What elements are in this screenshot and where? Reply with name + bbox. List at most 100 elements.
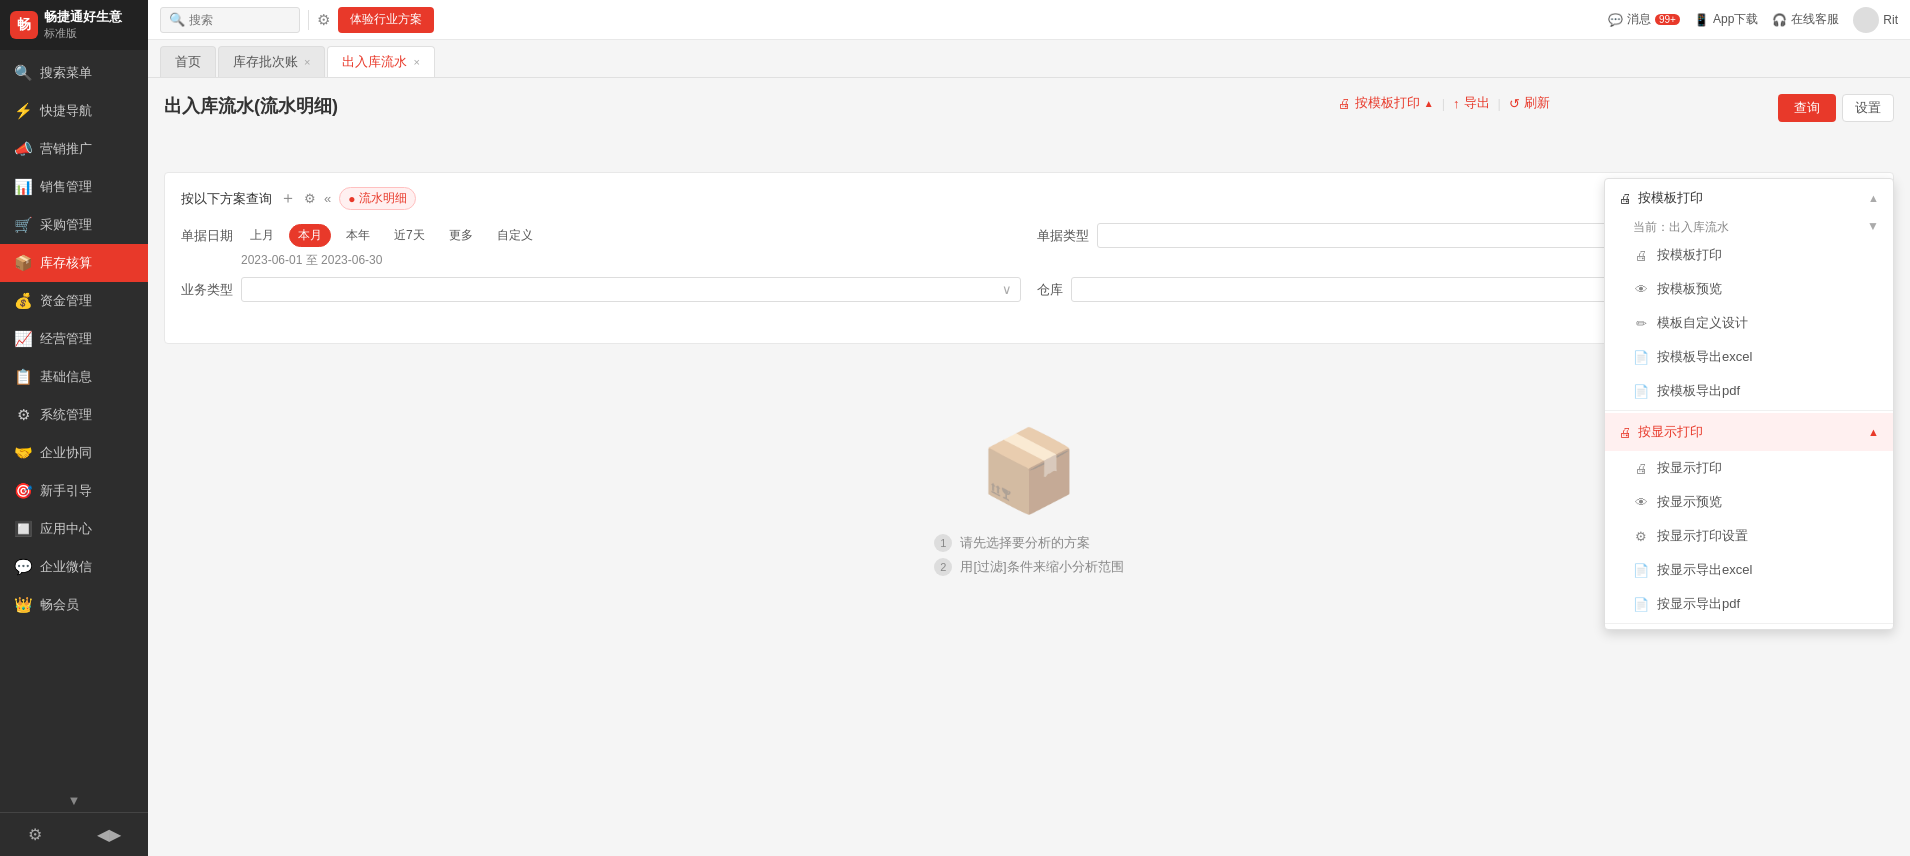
sidebar-label-system: 系统管理 [40, 406, 92, 424]
step2-num: 2 [934, 558, 952, 576]
toolbar-divider2: | [1498, 96, 1501, 111]
sidebar-item-guide[interactable]: 🎯新手引导 [0, 472, 148, 510]
export-btn[interactable]: ↑ 导出 [1453, 94, 1490, 112]
empty-step-1: 1 请先选择要分析的方案 [934, 534, 1123, 552]
sidebar-item-quick-nav[interactable]: ⚡快捷导航 [0, 92, 148, 130]
dp-display-pdf-item[interactable]: 📄 按显示导出pdf [1605, 587, 1893, 621]
filter-add-btn[interactable]: ＋ [280, 188, 296, 209]
dp-display-excel-item[interactable]: 📄 按显示导出excel [1605, 553, 1893, 587]
sidebar-item-sales[interactable]: 📊销售管理 [0, 168, 148, 206]
business-type-select[interactable]: ∨ [241, 277, 1021, 302]
messages-btn[interactable]: 💬 消息 99+ [1608, 11, 1680, 28]
dp-divider-2 [1605, 623, 1893, 624]
dp-section1-arrow: ▲ [1868, 192, 1879, 204]
sidebar-item-purchase[interactable]: 🛒采购管理 [0, 206, 148, 244]
tab-close-batch-account[interactable]: × [304, 56, 310, 68]
filter-tag-label: 流水明细 [359, 190, 407, 207]
sidebar-label-operations: 经营管理 [40, 330, 92, 348]
sidebar-item-finance[interactable]: 💰资金管理 [0, 282, 148, 320]
sidebar-bottom: ⚙ ◀▶ [0, 812, 148, 856]
sidebar-item-system[interactable]: ⚙ 系统管理 [0, 396, 148, 434]
sidebar-item-basic[interactable]: 📋基础信息 [0, 358, 148, 396]
dp-display-print-header[interactable]: 🖨 按显示打印 ▲ [1605, 413, 1893, 451]
main-area: 🔍 ⚙ 体验行业方案 💬 消息 99+ 📱 App下载 🎧 在线客服 Rit [148, 0, 1910, 856]
sidebar-settings-btn[interactable]: ⚙ [20, 821, 50, 848]
app-download-label: App下载 [1713, 11, 1758, 28]
filter-settings-btn[interactable]: ⚙ [304, 191, 316, 206]
chevron-down-icon: ▲ [1424, 98, 1434, 109]
refresh-btn[interactable]: ↺ 刷新 [1509, 94, 1550, 112]
date-btn-this-month[interactable]: 本月 [289, 224, 331, 247]
tab-flow[interactable]: 出入库流水× [327, 46, 434, 77]
experience-btn[interactable]: 体验行业方案 [338, 7, 434, 33]
dp-template-preview-item[interactable]: 👁 按模板预览 [1605, 272, 1893, 306]
sidebar-nav: 🔍搜索菜单⚡快捷导航📣营销推广📊销售管理🛒采购管理📦库存核算💰资金管理📈经营管理… [0, 50, 148, 789]
step1-text: 请先选择要分析的方案 [960, 534, 1090, 552]
dp-display-preview-label: 按显示预览 [1657, 493, 1722, 511]
user-profile[interactable]: Rit [1853, 7, 1898, 33]
sidebar-icon-inventory: 📦 [14, 254, 32, 272]
filter-header: 按以下方案查询 ＋ ⚙ « ● 流水明细 [181, 187, 416, 210]
dp-template-pdf-item[interactable]: 📄 按模板导出pdf [1605, 374, 1893, 408]
dp-template-custom-label: 模板自定义设计 [1657, 314, 1748, 332]
sidebar-icon-sales: 📊 [14, 178, 32, 196]
dp-item-icon-10: 📄 [1633, 597, 1649, 612]
tab-close-flow[interactable]: × [413, 56, 419, 68]
dp-display-print-icon: 🖨 [1619, 425, 1632, 440]
dp-item-icon-2: 👁 [1633, 282, 1649, 297]
tab-batch-account[interactable]: 库存批次账 × [218, 46, 325, 77]
dp-default-func-header[interactable]: ⚙ 设置默认功能 ▼ [1605, 626, 1893, 629]
filter-business-type-field: 业务类型 ∨ [181, 277, 1021, 302]
dp-template-custom-item[interactable]: ✏ 模板自定义设计 [1605, 306, 1893, 340]
sidebar-item-search[interactable]: 🔍搜索菜单 [0, 54, 148, 92]
dp-template-print-header[interactable]: 🖨 按模板打印 ▲ [1605, 179, 1893, 217]
date-btn-7days[interactable]: 近7天 [385, 224, 434, 247]
filter-collapse-icon[interactable]: « [324, 191, 331, 206]
app-download-btn[interactable]: 📱 App下载 [1694, 11, 1758, 28]
dp-template-pdf-label: 按模板导出pdf [1657, 382, 1740, 400]
sidebar-scroll-down[interactable]: ▼ [0, 789, 148, 812]
dp-display-preview-item[interactable]: 👁 按显示预览 [1605, 485, 1893, 519]
print-template-btn[interactable]: 🖨 按模板打印 ▲ [1338, 94, 1434, 112]
sidebar-icon-search: 🔍 [14, 64, 32, 82]
sidebar-icon-quick-nav: ⚡ [14, 102, 32, 120]
page-title: 出入库流水(流水明细) [164, 94, 338, 118]
sidebar-label-purchase: 采购管理 [40, 216, 92, 234]
sidebar-icon-basic: 📋 [14, 368, 32, 386]
tab-label-home: 首页 [175, 53, 201, 71]
tab-home[interactable]: 首页 [160, 46, 216, 77]
date-btn-this-year[interactable]: 本年 [337, 224, 379, 247]
dp-display-print-item[interactable]: 🖨 按显示打印 [1605, 451, 1893, 485]
messages-badge: 99+ [1655, 14, 1680, 25]
query-btn[interactable]: 查询 [1778, 94, 1836, 122]
topbar-gear-icon[interactable]: ⚙ [317, 11, 330, 29]
dp-template-excel-item[interactable]: 📄 按模板导出excel [1605, 340, 1893, 374]
sidebar-icon-membership: 👑 [14, 596, 32, 614]
search-input[interactable] [189, 13, 289, 27]
date-btn-more[interactable]: 更多 [440, 224, 482, 247]
sidebar-icon-finance: 💰 [14, 292, 32, 310]
dp-display-pdf-label: 按显示导出pdf [1657, 595, 1740, 613]
empty-step-2: 2 用[过滤]条件来缩小分析范围 [934, 558, 1123, 576]
dp-template-print-item[interactable]: 🖨 按模板打印 [1605, 238, 1893, 272]
dp-item-icon-9: 📄 [1633, 563, 1649, 578]
sidebar-item-appcenter[interactable]: 🔲应用中心 [0, 510, 148, 548]
dp-item-icon-1: 🖨 [1633, 248, 1649, 263]
topbar-search[interactable]: 🔍 [160, 7, 300, 33]
sidebar-icon-system: ⚙ [14, 406, 32, 424]
sidebar-item-inventory[interactable]: 📦库存核算 [0, 244, 148, 282]
online-service-btn[interactable]: 🎧 在线客服 [1772, 11, 1839, 28]
sidebar-item-marketing[interactable]: 📣营销推广 [0, 130, 148, 168]
date-btn-custom[interactable]: 自定义 [488, 224, 542, 247]
sidebar-item-operations[interactable]: 📈经营管理 [0, 320, 148, 358]
sidebar-item-wechat[interactable]: 💬企业微信 [0, 548, 148, 586]
dp-display-print-settings-item[interactable]: ⚙ 按显示打印设置 [1605, 519, 1893, 553]
sidebar-item-membership[interactable]: 👑畅会员 [0, 586, 148, 624]
tab-label-batch-account: 库存批次账 [233, 53, 298, 71]
date-btn-last-month[interactable]: 上月 [241, 224, 283, 247]
sidebar-toggle-btn[interactable]: ◀▶ [89, 821, 129, 848]
sidebar-item-coop[interactable]: 🤝企业协同 [0, 434, 148, 472]
tabbar: 首页库存批次账×出入库流水× [148, 40, 1910, 78]
settings-btn[interactable]: 设置 [1842, 94, 1894, 122]
filter-tag-icon: ● [348, 192, 355, 206]
